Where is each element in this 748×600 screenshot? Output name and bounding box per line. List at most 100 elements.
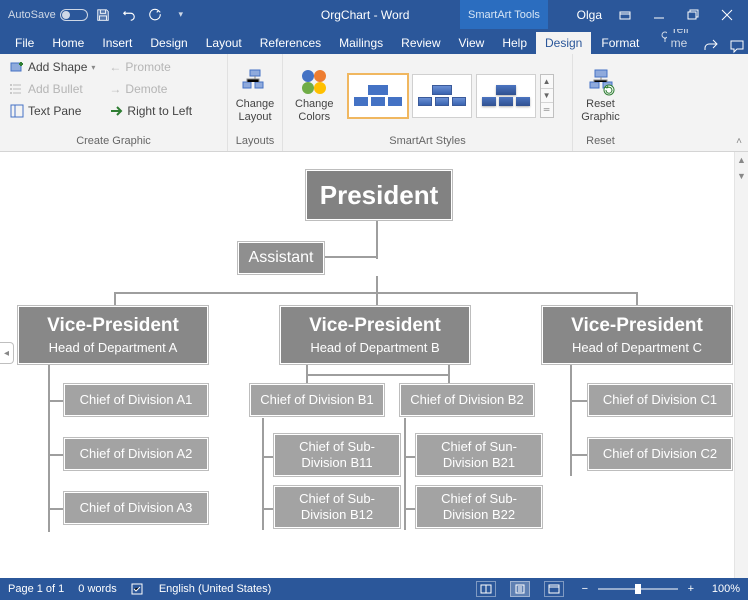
page-indicator[interactable]: Page 1 of 1 xyxy=(8,583,64,595)
node-b21[interactable]: Chief of Sun-Division B21 xyxy=(416,434,542,476)
node-a1[interactable]: Chief of Division A1 xyxy=(64,384,208,416)
demote-button: →Demote xyxy=(105,80,196,98)
autosave-toggle[interactable]: AutoSave xyxy=(8,9,88,21)
node-vp-b[interactable]: Vice-President Head of Department B xyxy=(280,306,470,364)
word-count[interactable]: 0 words xyxy=(78,583,117,595)
tab-smartart-design[interactable]: Design xyxy=(536,32,591,54)
node-vp-c[interactable]: Vice-President Head of Department C xyxy=(542,306,732,364)
vp-a-title: Vice-President xyxy=(47,315,179,337)
ribbon: Add Shape ▾ Add Bullet Text Pane ←Promot… xyxy=(0,54,748,152)
right-to-left-button[interactable]: Right to Left xyxy=(105,102,196,120)
zoom-slider[interactable]: − + xyxy=(578,583,698,595)
add-shape-label: Add Shape xyxy=(28,60,87,74)
save-icon[interactable] xyxy=(92,4,114,26)
vp-b-title: Vice-President xyxy=(309,315,441,337)
smartart-tools-label: SmartArt Tools xyxy=(460,0,548,29)
undo-icon[interactable] xyxy=(118,4,140,26)
change-colors-label: Change Colors xyxy=(295,98,334,123)
text-pane-label: Text Pane xyxy=(28,104,81,118)
minimize-icon[interactable] xyxy=(642,0,676,29)
style-thumb-1[interactable] xyxy=(348,74,408,118)
tab-design[interactable]: Design xyxy=(141,32,196,54)
zoom-in-button[interactable]: + xyxy=(684,583,698,595)
gallery-scroll-down[interactable]: ▼ xyxy=(541,89,553,103)
vp-c-title: Vice-President xyxy=(571,315,703,337)
style-thumb-2[interactable] xyxy=(412,74,472,118)
node-president[interactable]: President xyxy=(306,170,452,220)
qat-dropdown-icon[interactable]: ▾ xyxy=(170,4,192,26)
gallery-scroll: ▲ ▼ ═ xyxy=(540,74,554,118)
tab-insert[interactable]: Insert xyxy=(93,32,141,54)
org-chart[interactable]: President Assistant Vice-President Head … xyxy=(18,156,734,574)
zoom-out-button[interactable]: − xyxy=(578,583,592,595)
tab-smartart-format[interactable]: Format xyxy=(591,32,649,54)
change-layout-button[interactable]: Change Layout xyxy=(230,58,281,133)
node-a2[interactable]: Chief of Division A2 xyxy=(64,438,208,470)
restore-icon[interactable] xyxy=(676,0,710,29)
promote-button: ←Promote xyxy=(105,58,196,76)
tab-review[interactable]: Review xyxy=(392,32,449,54)
zoom-track[interactable] xyxy=(598,588,678,590)
node-b2[interactable]: Chief of Division B2 xyxy=(400,384,534,416)
tab-references[interactable]: References xyxy=(251,32,330,54)
print-layout-icon[interactable] xyxy=(510,581,530,597)
reset-graphic-button[interactable]: Reset Graphic xyxy=(575,58,626,133)
tab-help[interactable]: Help xyxy=(493,32,536,54)
node-vp-a[interactable]: Vice-President Head of Department A xyxy=(18,306,208,364)
status-bar: Page 1 of 1 0 words English (United Stat… xyxy=(0,578,748,600)
node-a3[interactable]: Chief of Division A3 xyxy=(64,492,208,524)
gallery-more-icon[interactable]: ═ xyxy=(541,103,553,116)
smartart-text-pane-handle[interactable]: ◂ xyxy=(0,342,14,364)
tab-file[interactable]: File xyxy=(6,32,43,54)
text-pane-button[interactable]: Text Pane xyxy=(6,102,99,120)
node-b11[interactable]: Chief of Sub-Division B11 xyxy=(274,434,400,476)
redo-icon[interactable] xyxy=(144,4,166,26)
autosave-label: AutoSave xyxy=(8,9,56,21)
close-icon[interactable] xyxy=(710,0,744,29)
group-reset-label: Reset xyxy=(579,133,622,149)
node-b1[interactable]: Chief of Division B1 xyxy=(250,384,384,416)
document-title: OrgChart - Word xyxy=(321,8,409,22)
share-icon[interactable] xyxy=(703,38,719,54)
zoom-level[interactable]: 100% xyxy=(712,583,740,595)
smartart-styles-gallery: ▲ ▼ ═ xyxy=(346,72,556,120)
user-name[interactable]: Olga xyxy=(571,8,608,22)
style-thumb-3[interactable] xyxy=(476,74,536,118)
node-c2[interactable]: Chief of Division C2 xyxy=(588,438,732,470)
colors-icon xyxy=(300,68,328,96)
node-assistant[interactable]: Assistant xyxy=(238,242,324,274)
vertical-scrollbar[interactable]: ▲ ▼ xyxy=(734,152,748,578)
tab-mailings[interactable]: Mailings xyxy=(330,32,392,54)
title-bar: AutoSave ▾ OrgChart - Word SmartArt Tool… xyxy=(0,0,748,29)
promote-label: Promote xyxy=(125,60,170,74)
collapse-ribbon-icon[interactable]: ˄ xyxy=(736,136,742,147)
tab-view[interactable]: View xyxy=(450,32,494,54)
spellcheck-icon[interactable] xyxy=(131,582,145,596)
read-mode-icon[interactable] xyxy=(476,581,496,597)
scroll-up-icon[interactable]: ▲ xyxy=(735,152,748,168)
add-shape-button[interactable]: Add Shape ▾ xyxy=(6,58,99,76)
vp-a-sub: Head of Department A xyxy=(49,340,178,355)
autosave-switch-icon[interactable] xyxy=(60,9,88,21)
scroll-down-icon[interactable]: ▼ xyxy=(735,168,748,184)
node-c1[interactable]: Chief of Division C1 xyxy=(588,384,732,416)
ribbon-options-icon[interactable] xyxy=(608,0,642,29)
add-bullet-button: Add Bullet xyxy=(6,80,99,98)
change-colors-button[interactable]: Change Colors xyxy=(289,64,340,127)
web-layout-icon[interactable] xyxy=(544,581,564,597)
document-canvas[interactable]: ◂ President Assistant Vice-President xyxy=(0,152,748,578)
vp-b-sub: Head of Department B xyxy=(310,340,439,355)
language-indicator[interactable]: English (United States) xyxy=(159,583,272,595)
tab-home[interactable]: Home xyxy=(43,32,93,54)
comments-icon[interactable] xyxy=(729,38,745,54)
reset-graphic-label: Reset Graphic xyxy=(581,98,620,123)
tab-layout[interactable]: Layout xyxy=(197,32,251,54)
node-b22[interactable]: Chief of Sub-Division B22 xyxy=(416,486,542,528)
group-create-graphic-label: Create Graphic xyxy=(6,133,221,149)
node-b12[interactable]: Chief of Sub-Division B12 xyxy=(274,486,400,528)
vp-c-sub: Head of Department C xyxy=(572,340,702,355)
group-layouts-label: Layouts xyxy=(234,133,276,149)
add-bullet-label: Add Bullet xyxy=(28,82,83,96)
gallery-scroll-up[interactable]: ▲ xyxy=(541,75,553,89)
zoom-thumb[interactable] xyxy=(635,584,641,594)
